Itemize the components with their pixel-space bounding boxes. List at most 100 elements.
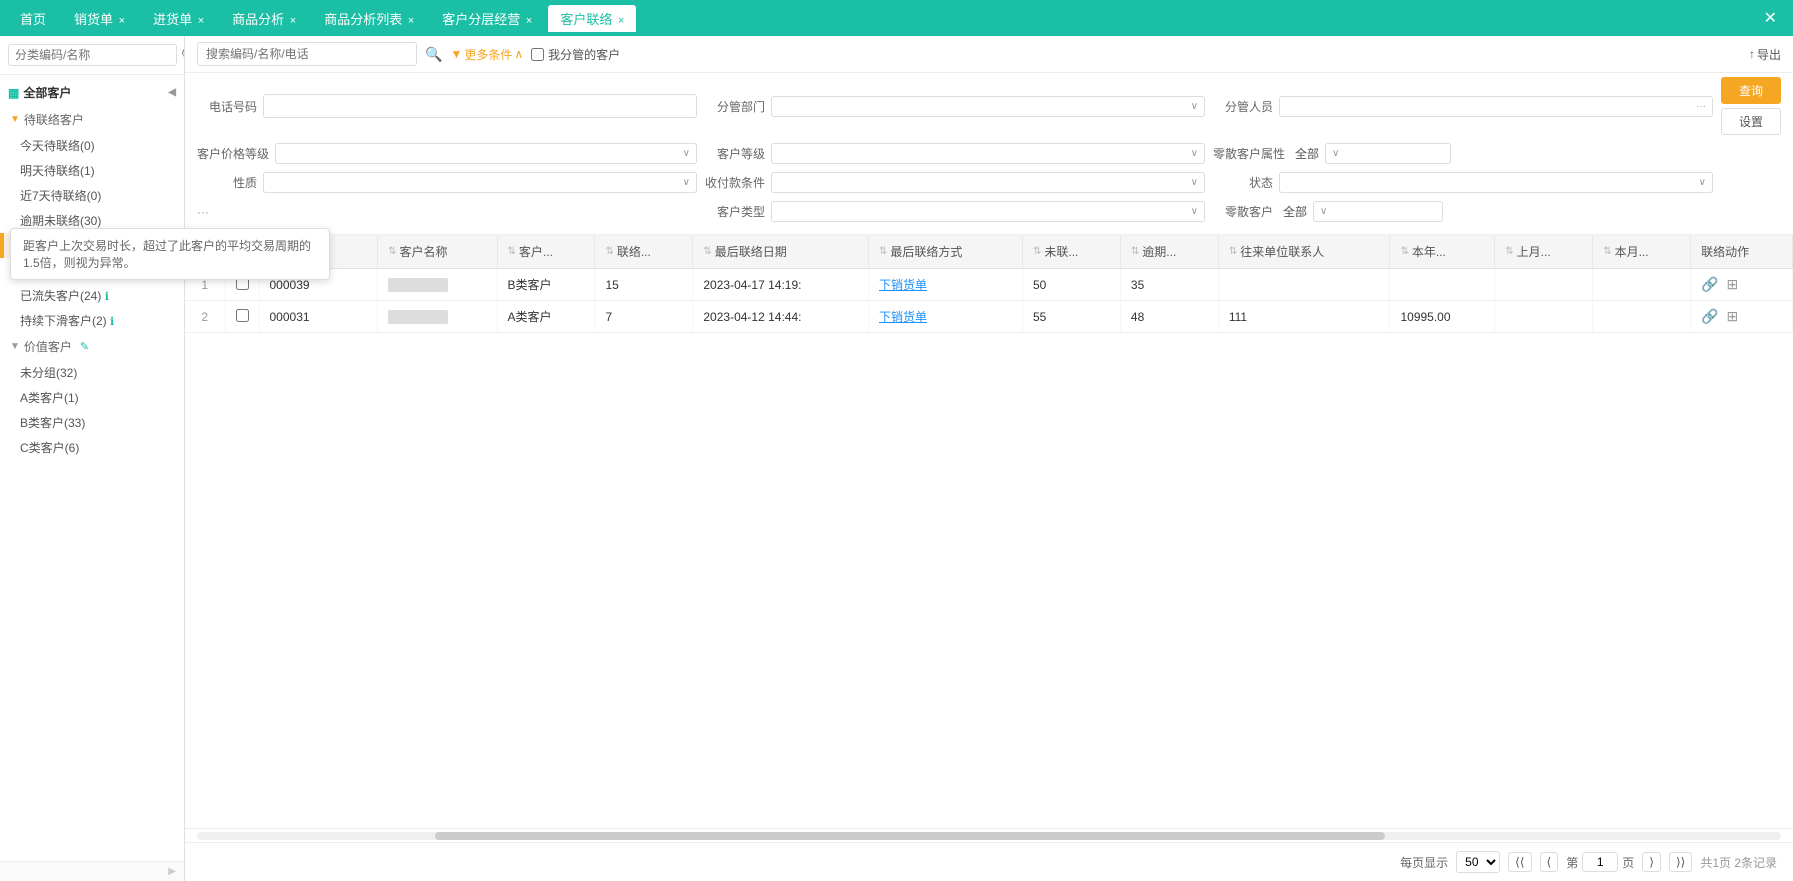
th-contacts[interactable]: ⇅ 往来单位联系人: [1218, 235, 1390, 269]
filter-action-buttons: 查询 设置: [1721, 77, 1781, 135]
nav-close-customer-mgmt[interactable]: ×: [526, 15, 532, 27]
filter-scatter-select[interactable]: ∨: [1313, 201, 1443, 222]
th-last-date[interactable]: ⇅ 最后联络日期: [693, 235, 869, 269]
horizontal-scrollbar[interactable]: [185, 828, 1793, 842]
my-customers-checkbox[interactable]: [531, 48, 544, 61]
filter-row-4: ··· 客户类型 ∨ 零散客户 全部 ∨: [197, 197, 1781, 226]
active-bar: [0, 233, 4, 258]
row-2-checkbox-cell: [225, 301, 259, 333]
row-1-grid-icon[interactable]: ⊞: [1727, 276, 1739, 293]
sidebar-item-today[interactable]: 今天待联络(0): [0, 133, 184, 158]
filter-dept-select[interactable]: ∨: [771, 96, 1205, 117]
first-page-btn[interactable]: ⟨⟨: [1508, 852, 1531, 872]
sidebar-item-class-a[interactable]: A类客户(1): [0, 385, 184, 410]
row-2-last-month: [1495, 301, 1593, 333]
sidebar-section-value[interactable]: ▼ 价值客户 ✎: [0, 333, 184, 360]
nav-tab-analysis[interactable]: 商品分析 ×: [220, 5, 308, 32]
nav-tab-customer-contact[interactable]: 客户联络 ×: [548, 5, 636, 32]
filter-nature-cell: 性质 ∨: [197, 172, 697, 193]
row-1-uncontacted: 50: [1022, 269, 1120, 301]
filter-scatter-label: 零散客户: [1213, 203, 1273, 220]
row-1-method-link[interactable]: 下销货单: [879, 278, 927, 292]
sidebar-item-ungrouped[interactable]: 未分组(32): [0, 360, 184, 385]
filter-scatter-attr-select[interactable]: ∨: [1325, 143, 1451, 164]
page-size-select[interactable]: 50: [1456, 851, 1500, 873]
sidebar-item-tomorrow[interactable]: 明天待联络(1): [0, 158, 184, 183]
filter-dots-icon[interactable]: ···: [197, 205, 209, 219]
scrollbar-track[interactable]: [197, 832, 1781, 840]
window-close-btn[interactable]: ✕: [1756, 8, 1785, 28]
th-action: 联络动作: [1691, 235, 1793, 269]
sidebar-item-7days[interactable]: 近7天待联络(0): [0, 183, 184, 208]
nav-close-sales[interactable]: ×: [119, 15, 125, 27]
th-year[interactable]: ⇅ 本年...: [1390, 235, 1495, 269]
filter-search-input[interactable]: [197, 42, 417, 66]
sidebar-item-declining[interactable]: 持续下滑客户(2) ℹ: [0, 308, 184, 333]
row-2-last-method[interactable]: 下销货单: [869, 301, 1023, 333]
filter-nature-select[interactable]: ∨: [263, 172, 697, 193]
sidebar-collapse-arrow[interactable]: ▶: [168, 866, 176, 877]
sidebar-root-all-customers[interactable]: ▦ 全部客户 ◀: [0, 79, 184, 106]
th-uncontacted[interactable]: ⇅ 未联...: [1022, 235, 1120, 269]
filter-person-select[interactable]: ···: [1279, 96, 1713, 117]
th-this-month[interactable]: ⇅ 本月...: [1593, 235, 1691, 269]
th-contact-count[interactable]: ⇅ 联络...: [595, 235, 693, 269]
chevron-up-icon: ∧: [514, 47, 523, 61]
filter-customer-grade-select[interactable]: ∨: [771, 143, 1205, 164]
filter-phone-input[interactable]: [263, 94, 697, 118]
grid-icon: ▦: [8, 86, 19, 100]
row-2-type: A类客户: [497, 301, 595, 333]
sidebar-collapse-icon[interactable]: ◀: [168, 87, 176, 98]
sidebar-group-pending[interactable]: ▼ 待联络客户: [0, 106, 184, 133]
per-page-label: 每页显示: [1400, 854, 1448, 871]
next-page-btn[interactable]: ⟩: [1642, 852, 1661, 872]
nav-tab-sales[interactable]: 销货单 ×: [62, 5, 137, 32]
row-1-last-method[interactable]: 下销货单: [869, 269, 1023, 301]
sidebar-item-lost[interactable]: 已流失客户(24) ℹ: [0, 283, 184, 308]
row-1-link-icon[interactable]: 🔗: [1701, 276, 1718, 293]
table-container[interactable]: ⚙ ⇅ 客户编码: [185, 235, 1793, 828]
tooltip-text: 距客户上次交易时长，超过了此客户的平均交易周期的1.5倍，则视为异常。: [185, 239, 311, 270]
nav-tab-home[interactable]: 首页: [8, 5, 58, 32]
scatter-value: 全部: [1283, 203, 1307, 220]
settings-button[interactable]: 设置: [1721, 108, 1781, 135]
export-button[interactable]: ↑ 导出: [1749, 46, 1781, 63]
nav-close-analysis-list[interactable]: ×: [408, 15, 414, 27]
th-last-month[interactable]: ⇅ 上月...: [1495, 235, 1593, 269]
nav-close-purchase[interactable]: ×: [198, 15, 204, 27]
nav-tab-purchase[interactable]: 进货单 ×: [141, 5, 216, 32]
scrollbar-thumb[interactable]: [435, 832, 1385, 840]
table-row: 2 000031 A类客户 7 2023-04-12 14:44: 下销货单: [185, 301, 1793, 333]
sidebar-item-class-b[interactable]: B类客户(33): [0, 410, 184, 435]
th-type[interactable]: ⇅ 客户...: [497, 235, 595, 269]
filter-status-select[interactable]: ∨: [1279, 172, 1713, 193]
sidebar-item-class-c[interactable]: C类客户(6): [0, 435, 184, 460]
page-input[interactable]: [1582, 852, 1618, 872]
filter-search-button[interactable]: 🔍: [425, 46, 442, 63]
row-2-link-icon[interactable]: 🔗: [1701, 308, 1718, 325]
nav-close-analysis[interactable]: ×: [290, 15, 296, 27]
nav-tab-analysis-list[interactable]: 商品分析列表 ×: [312, 5, 426, 32]
filter-price-grade-select[interactable]: ∨: [275, 143, 697, 164]
row-2-grid-icon[interactable]: ⊞: [1727, 308, 1739, 325]
filter-scatter-attr-label: 零散客户属性: [1213, 145, 1285, 162]
filter-payment-select[interactable]: ∨: [771, 172, 1205, 193]
nav-close-customer-contact[interactable]: ×: [618, 15, 624, 27]
row-2-method-link[interactable]: 下销货单: [879, 310, 927, 324]
th-overdue[interactable]: ⇅ 逾期...: [1120, 235, 1218, 269]
sidebar-search-input[interactable]: [8, 44, 177, 66]
row-2-checkbox[interactable]: [236, 309, 249, 322]
prev-page-btn[interactable]: ⟨: [1540, 852, 1559, 872]
more-filters-button[interactable]: ▼ 更多条件 ∧: [450, 46, 523, 63]
my-customers-checkbox-area[interactable]: 我分管的客户: [531, 46, 620, 63]
query-button[interactable]: 查询: [1721, 77, 1781, 104]
nav-tab-customer-mgmt[interactable]: 客户分层经营 ×: [430, 5, 544, 32]
th-name[interactable]: ⇅ 客户名称: [378, 235, 497, 269]
edit-icon[interactable]: ✎: [80, 340, 89, 353]
filter-customer-type-select[interactable]: ∨: [771, 201, 1205, 222]
filter-bar: 🔍 ▼ 更多条件 ∧ 我分管的客户 ↑ 导出: [185, 36, 1793, 73]
last-page-btn[interactable]: ⟩⟩: [1669, 852, 1692, 872]
sort-icon-overdue: ⇅: [1131, 246, 1139, 257]
page-suffix: 页: [1622, 854, 1634, 871]
th-last-method[interactable]: ⇅ 最后联络方式: [869, 235, 1023, 269]
